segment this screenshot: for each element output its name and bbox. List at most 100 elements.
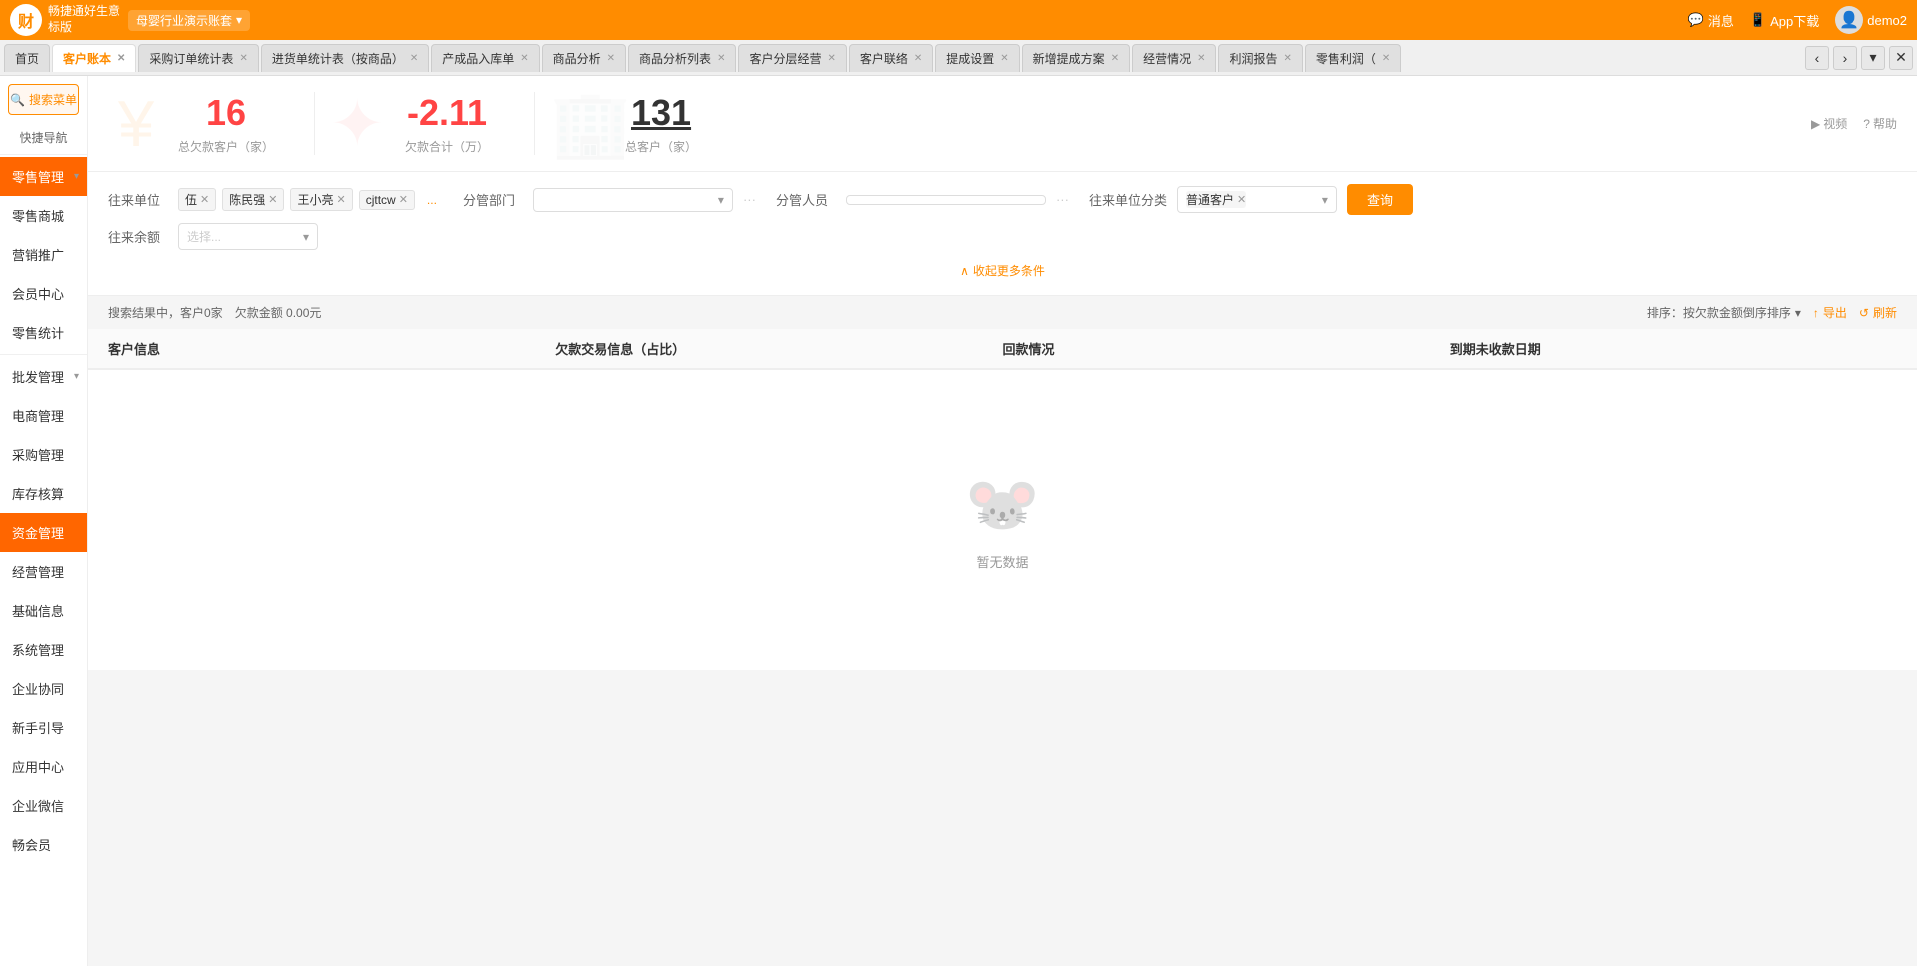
refresh-icon: ↺ (1859, 306, 1869, 320)
filter-tag-chen: 陈民强 ✕ (222, 188, 284, 211)
tab-prev-button[interactable]: ‹ (1805, 46, 1829, 70)
tab-close-customer-balance[interactable]: ✕ (117, 53, 125, 64)
filter-tag-wang: 王小亮 ✕ (290, 188, 352, 211)
tab-product-inbound[interactable]: 产成品入库单 ✕ (431, 44, 539, 72)
sidebar-item-member-center[interactable]: 会员中心 (0, 274, 87, 313)
video-help-button[interactable]: ▶ 视频 (1811, 115, 1847, 132)
col-debt-transactions: 欠款交易信息（占比） (555, 339, 1002, 358)
filter-row-1: 往来单位 伍 ✕ 陈民强 ✕ 王小亮 ✕ (108, 184, 1897, 215)
tab-close-operations[interactable]: ✕ (1197, 53, 1205, 64)
debt-total-label: 欠款合计（万） (405, 138, 489, 155)
tab-customer-contact[interactable]: 客户联络 ✕ (849, 44, 933, 72)
sidebar-item-marketing[interactable]: 营销推广 (0, 235, 87, 274)
sidebar-item-enterprise-collab[interactable]: 企业协同 (0, 669, 87, 708)
logo-text: 畅捷通好生意 标版 (48, 4, 120, 35)
dept-extra-btn[interactable]: ··· (743, 192, 756, 207)
user-avatar-area[interactable]: 👤 demo2 (1835, 6, 1907, 34)
tab-menu-button[interactable]: ▾ (1861, 46, 1885, 70)
app-download-button[interactable]: 📱 App下载 (1750, 11, 1819, 30)
tab-new-commission-plan[interactable]: 新增提成方案 ✕ (1022, 44, 1130, 72)
sidebar-item-retail-mgmt[interactable]: 零售管理 ▾ (0, 157, 87, 196)
personnel-select[interactable] (846, 195, 1046, 205)
tab-retail-profit[interactable]: 零售利润（ ✕ (1305, 44, 1401, 72)
main-layout: 🔍 搜索菜单 快捷导航 零售管理 ▾ 零售商城 营销推广 会员中心 (0, 76, 1917, 966)
balance-chevron-icon: ▾ (303, 230, 309, 244)
filter-tag-wu: 伍 ✕ (178, 188, 216, 211)
tag-close-wu[interactable]: ✕ (200, 193, 209, 206)
tab-close-new-commission[interactable]: ✕ (1111, 53, 1119, 64)
unit-category-tag-close[interactable]: ✕ (1237, 193, 1246, 206)
filter-area: 往来单位 伍 ✕ 陈民强 ✕ 王小亮 ✕ (88, 172, 1917, 296)
tag-close-chen[interactable]: ✕ (268, 193, 277, 206)
sidebar-item-retail-mall[interactable]: 零售商城 (0, 196, 87, 235)
sidebar-nav-quick[interactable]: 快捷导航 (0, 123, 87, 152)
tag-close-wang[interactable]: ✕ (336, 193, 345, 206)
tab-close-commission[interactable]: ✕ (1000, 53, 1008, 64)
unit-category-tag: 普通客户 ✕ (1186, 191, 1246, 208)
unit-filter-label: 往来单位 (108, 190, 168, 209)
filter-tag-more[interactable]: ... (421, 191, 443, 209)
tab-close-product-inbound[interactable]: ✕ (520, 53, 528, 64)
dept-filter-label: 分管部门 (463, 190, 523, 209)
sidebar-item-ecommerce-mgmt[interactable]: 电商管理 (0, 396, 87, 435)
logo-area: 财 畅捷通好生意 标版 (10, 4, 120, 36)
unit-category-select[interactable]: 普通客户 ✕ ▾ (1177, 186, 1337, 213)
collapse-button[interactable]: ∧ 收起更多条件 (960, 258, 1045, 283)
export-button[interactable]: ↑ 导出 (1813, 304, 1847, 321)
sidebar-item-purchase-mgmt[interactable]: 采购管理 (0, 435, 87, 474)
sort-label: 排序：按欠款金额倒序排序 (1647, 304, 1791, 321)
search-menu-button[interactable]: 🔍 搜索菜单 (8, 84, 79, 115)
tab-close-product-analysis-list[interactable]: ✕ (717, 53, 725, 64)
col-customer-info: 客户信息 (108, 339, 555, 358)
tab-customer-balance[interactable]: 客户账本 ✕ (52, 44, 136, 72)
tab-commission-settings[interactable]: 提成设置 ✕ (935, 44, 1019, 72)
tab-close-profit[interactable]: ✕ (1284, 53, 1292, 64)
tab-next-button[interactable]: › (1833, 46, 1857, 70)
tab-close-product-analysis[interactable]: ✕ (607, 53, 615, 64)
tab-operations[interactable]: 经营情况 ✕ (1132, 44, 1216, 72)
sidebar-item-app-center[interactable]: 应用中心 (0, 747, 87, 786)
balance-select[interactable]: 选择... ▾ (178, 223, 318, 250)
total-debt-customers-label: 总欠款客户（家） (178, 138, 274, 155)
tab-close-all-button[interactable]: ✕ (1889, 46, 1913, 70)
sidebar-item-inventory-check[interactable]: 库存核算 (0, 474, 87, 513)
app-container: 财 畅捷通好生意 标版 母婴行业演示账套 ▾ 💬 消息 📱 App下载 (0, 0, 1917, 966)
sidebar-item-enterprise-wechat[interactable]: 企业微信 (0, 786, 87, 825)
personnel-extra-btn[interactable]: ··· (1056, 192, 1069, 207)
sidebar-item-wholesale-mgmt[interactable]: 批发管理 ▾ (0, 357, 87, 396)
search-icon: 🔍 (10, 93, 25, 107)
sidebar-item-basic-info[interactable]: 基础信息 (0, 591, 87, 630)
dept-select[interactable]: ▾ (533, 188, 733, 212)
tab-customer-tier[interactable]: 客户分层经营 ✕ (738, 44, 846, 72)
sidebar-item-operations-mgmt[interactable]: 经营管理 (0, 552, 87, 591)
tab-close-retail-profit[interactable]: ✕ (1382, 53, 1390, 64)
total-customers-label: 总客户（家） (625, 138, 697, 155)
unit-category-label: 往来单位分类 (1089, 190, 1167, 209)
tab-home[interactable]: 首页 (4, 44, 50, 72)
refresh-button[interactable]: ↺ 刷新 (1859, 304, 1897, 321)
sidebar-item-vip-member[interactable]: 畅会员 (0, 825, 87, 864)
tab-purchase-order-stats[interactable]: 采购订单统计表 ✕ (138, 44, 258, 72)
tab-profit-report[interactable]: 利润报告 ✕ (1218, 44, 1302, 72)
sidebar-item-retail-stats[interactable]: 零售统计 (0, 313, 87, 352)
message-button[interactable]: 💬 消息 (1688, 11, 1734, 30)
query-button[interactable]: 查询 (1347, 184, 1413, 215)
sidebar-item-new-user-guide[interactable]: 新手引导 (0, 708, 87, 747)
demo-selector[interactable]: 母婴行业演示账套 ▾ (128, 10, 250, 31)
sidebar-divider-2 (0, 354, 87, 355)
sidebar-item-system-mgmt[interactable]: 系统管理 (0, 630, 87, 669)
sidebar-item-finance-mgmt[interactable]: 资金管理 (0, 513, 87, 552)
tab-product-analysis[interactable]: 商品分析 ✕ (542, 44, 626, 72)
tab-close-inbound[interactable]: ✕ (410, 53, 418, 64)
tab-bar-actions: ‹ › ▾ ✕ (1805, 46, 1913, 70)
help-button[interactable]: ? 帮助 (1863, 115, 1897, 132)
tab-inbound-stats[interactable]: 进货单统计表（按商品） ✕ (261, 44, 429, 72)
chevron-down-icon: ▾ (236, 13, 242, 27)
sort-select[interactable]: 排序：按欠款金额倒序排序 ▾ (1647, 304, 1801, 321)
tab-product-analysis-list[interactable]: 商品分析列表 ✕ (628, 44, 736, 72)
tab-close-purchase[interactable]: ✕ (239, 53, 247, 64)
dept-chevron-icon: ▾ (718, 193, 724, 207)
tab-close-customer-contact[interactable]: ✕ (914, 53, 922, 64)
tab-close-customer-tier[interactable]: ✕ (827, 53, 835, 64)
tag-close-cjttcw[interactable]: ✕ (399, 193, 408, 206)
